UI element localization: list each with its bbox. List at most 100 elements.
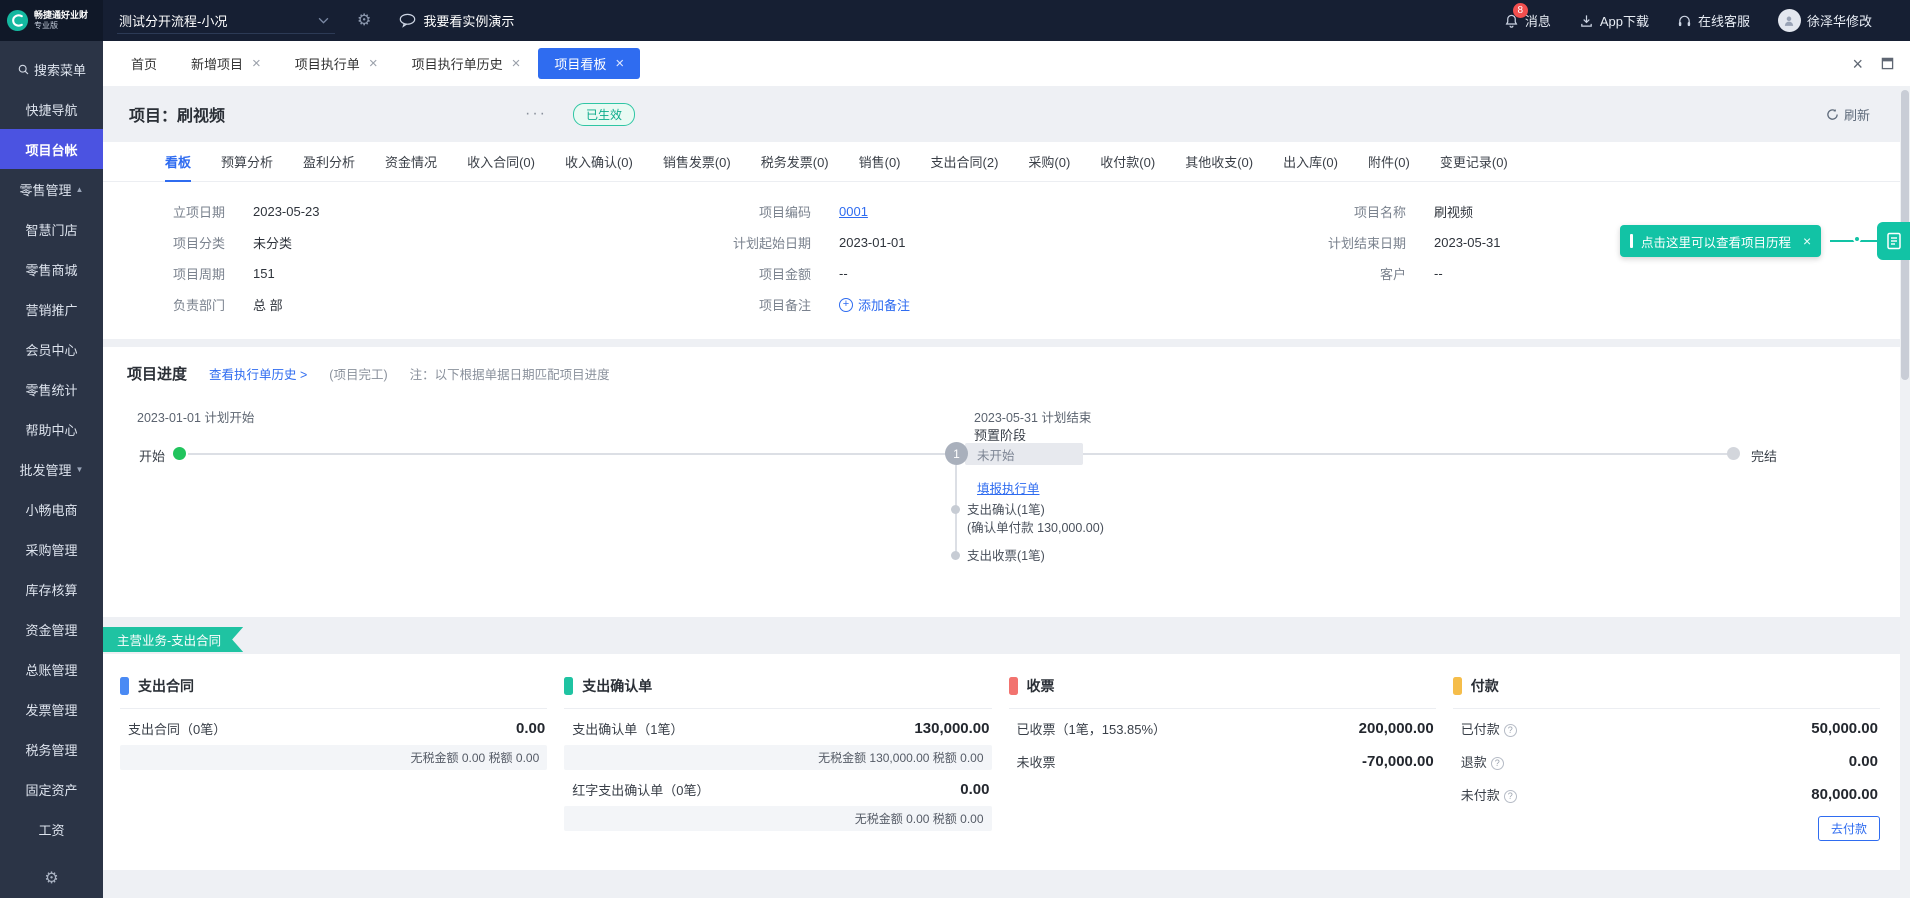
subtab[interactable]: 看板 <box>165 142 192 182</box>
subtab[interactable]: 附件(0) <box>1368 142 1410 182</box>
settings-gear-icon[interactable]: ⚙ <box>357 12 371 29</box>
tab[interactable]: 项目看板 × <box>538 48 641 79</box>
demo-label: 我要看实例演示 <box>423 14 515 29</box>
card-title: 支出确认单 <box>582 678 653 694</box>
help-icon[interactable]: ? <box>1503 789 1517 803</box>
subtab[interactable]: 支出合同(2) <box>931 142 999 182</box>
sidebar-item[interactable]: 帮助中心 <box>0 409 103 449</box>
subtab[interactable]: 销售发票(0) <box>663 142 731 182</box>
add-note-link[interactable]: + 添加备注 <box>839 295 910 314</box>
subtab[interactable]: 销售(0) <box>859 142 901 182</box>
sidebar-item[interactable]: 库存核算 <box>0 569 103 609</box>
sidebar-item[interactable]: 税务管理 <box>0 729 103 769</box>
tooltip-close-icon[interactable]: × <box>1803 234 1811 248</box>
sidebar-item-label: 智慧门店 <box>25 222 78 238</box>
info-value-link[interactable]: 0001 <box>839 204 868 219</box>
timeline-finish-dot <box>1727 447 1740 460</box>
info-value: 2023-05-31 <box>1434 235 1501 250</box>
refresh-icon <box>1827 108 1838 120</box>
card-header: 收票 <box>1008 676 1436 709</box>
tab-close-icon[interactable]: × <box>252 56 261 71</box>
card: 支出确认单 支出确认单（1笔） 130,000.00 无税金额 130,000.00 … <box>564 676 992 841</box>
app-download-button[interactable]: App下载 <box>1579 11 1649 30</box>
more-button[interactable]: ··· <box>525 105 547 123</box>
tab[interactable]: 项目执行单历史 × <box>396 48 537 79</box>
tab[interactable]: 新增项目 × <box>175 48 277 79</box>
tab-close-icon[interactable]: × <box>615 56 624 71</box>
tab[interactable]: 首页 <box>115 48 173 79</box>
card-row-label: 已收票（1笔，153.85%） <box>1016 722 1167 737</box>
user-menu[interactable]: 徐泽华修改 <box>1777 9 1872 32</box>
scrollbar[interactable] <box>1900 86 1910 898</box>
help-icon[interactable]: ? <box>1503 723 1517 737</box>
info-value: -- <box>839 266 848 281</box>
tab-close-icon[interactable]: × <box>512 56 521 71</box>
sidebar-item[interactable]: 工资 <box>0 809 103 849</box>
subtab[interactable]: 盈利分析 <box>303 142 355 182</box>
help-icon[interactable]: ? <box>1490 756 1504 770</box>
subtab[interactable]: 收入合同(0) <box>467 142 535 182</box>
event-text: 支出收票(1笔) <box>967 549 1045 563</box>
info-label: 项目备注 <box>758 298 811 313</box>
online-service-button[interactable]: 在线客服 <box>1677 11 1750 30</box>
sidebar-item[interactable]: 项目台帐 <box>0 129 103 169</box>
page-header: 项目：刷视频 ··· 已生效 刷新 <box>103 86 1900 142</box>
org-select[interactable]: 测试分开流程-小况 <box>117 8 335 34</box>
sidebar-item-label: 工资 <box>38 822 65 838</box>
sidebar-item[interactable]: 资金管理 <box>0 609 103 649</box>
subtab[interactable]: 资金情况 <box>385 142 437 182</box>
subtab[interactable]: 税务发票(0) <box>761 142 829 182</box>
history-tooltip-text: 点击这里可以查看项目历程 <box>1641 235 1792 250</box>
subtab[interactable]: 出入库(0) <box>1283 142 1338 182</box>
info-row: 项目名称 刷视频 <box>1241 202 1900 221</box>
card-title: 收票 <box>1026 678 1055 694</box>
tab-close-icon[interactable]: × <box>369 56 378 71</box>
sidebar-item[interactable]: 搜索菜单 <box>0 49 103 89</box>
card-row: 未收票 -70,000.00 <box>1009 742 1436 775</box>
info-value: 总 部 <box>253 298 283 313</box>
go-pay-button[interactable]: 去付款 <box>1817 816 1880 841</box>
timeline-start-dot <box>173 447 186 460</box>
card-row-value: 130,000.00 <box>914 720 990 737</box>
sidebar-item[interactable]: 零售统计 <box>0 369 103 409</box>
messages-button[interactable]: 8 消息 <box>1504 3 1551 30</box>
card-header: 支出确认单 <box>564 676 992 709</box>
sidebar-item[interactable]: 智慧门店 <box>0 209 103 249</box>
fill-execution-link[interactable]: 填报执行单 <box>977 478 1040 497</box>
brand: 畅捷通好业财 专业版 <box>0 0 103 41</box>
refresh-button[interactable]: 刷新 <box>1826 105 1870 124</box>
sidebar-item[interactable]: 总账管理 <box>0 649 103 689</box>
subtab[interactable]: 预算分析 <box>221 142 273 182</box>
demo-link[interactable]: 我要看实例演示 <box>399 11 514 30</box>
sidebar-item[interactable]: 会员中心 <box>0 329 103 369</box>
info-label: 计划起始日期 <box>732 236 811 251</box>
tabstrip-expand-icon[interactable] <box>1881 57 1894 70</box>
card-title: 支出合同 <box>138 678 194 694</box>
username: 徐泽华修改 <box>1806 14 1872 29</box>
project-history-float-button[interactable] <box>1877 222 1910 260</box>
sidebar-item[interactable]: 快捷导航 <box>0 89 103 129</box>
tab[interactable]: 项目执行单 × <box>279 48 394 79</box>
sidebar-item-label: 批发管理 <box>19 462 72 478</box>
tab-label: 项目看板 <box>554 57 607 72</box>
sidebar-item[interactable]: 批发管理 ▼ <box>0 449 103 489</box>
subtab[interactable]: 收付款(0) <box>1100 142 1155 182</box>
sidebar-item[interactable]: 零售管理 ▲ <box>0 169 103 209</box>
sidebar-settings-gear-icon[interactable]: ⚙ <box>0 868 103 888</box>
subtab[interactable]: 变更记录(0) <box>1440 142 1508 182</box>
section-ribbon: 主营业务-支出合同 <box>103 627 243 652</box>
sidebar-item[interactable]: 发票管理 <box>0 689 103 729</box>
tabstrip-close-icon[interactable]: × <box>1852 55 1863 73</box>
tab-strip: 首页 新增项目 × 项目执行单 × 项目执行单历史 × 项目看板 × × <box>103 41 1910 86</box>
timeline-stage-node[interactable]: 1 <box>945 442 968 465</box>
sidebar-item[interactable]: 营销推广 <box>0 289 103 329</box>
info-c2: 项目编码 0001 计划起始日期 2023-01-01 项目金额 -- 项目备注 + 添加备注 <box>581 196 1241 320</box>
sidebar-item[interactable]: 小畅电商 <box>0 489 103 529</box>
subtab[interactable]: 收入确认(0) <box>565 142 633 182</box>
sidebar-item[interactable]: 零售商城 <box>0 249 103 289</box>
sidebar-item[interactable]: 固定资产 <box>0 769 103 809</box>
subtab[interactable]: 其他收支(0) <box>1185 142 1253 182</box>
sidebar-item[interactable]: 采购管理 <box>0 529 103 569</box>
history-link[interactable]: 查看执行单历史 > <box>209 364 307 383</box>
subtab[interactable]: 采购(0) <box>1028 142 1070 182</box>
